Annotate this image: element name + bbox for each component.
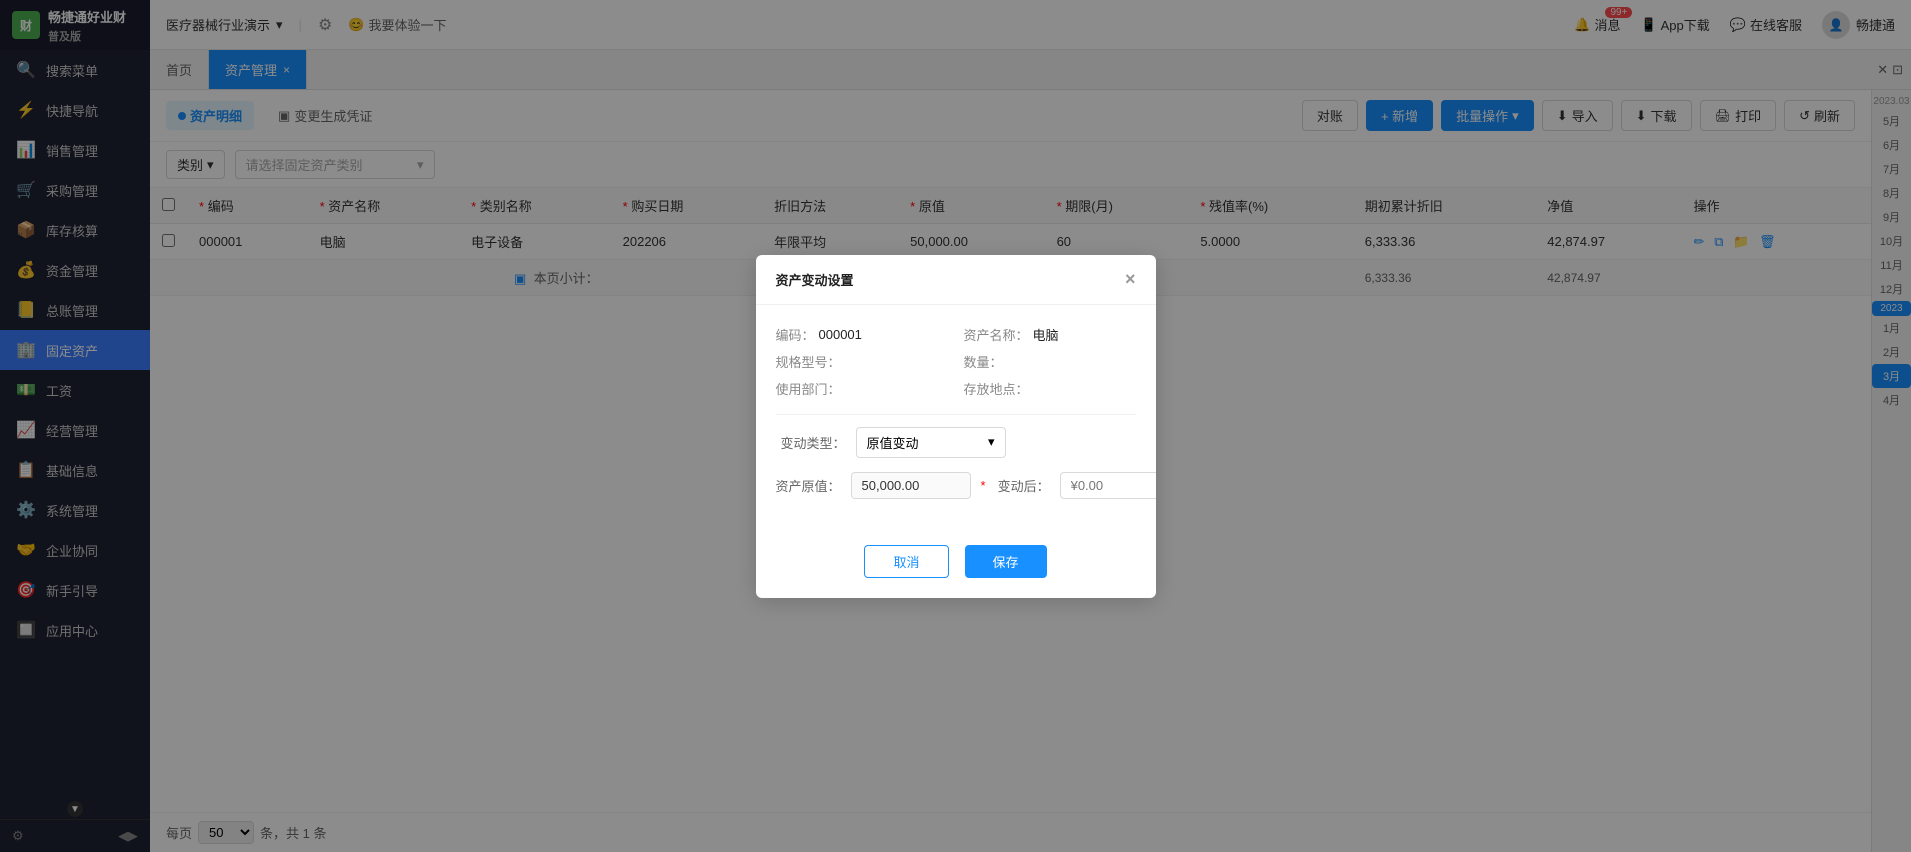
original-value-display: 50,000.00 — [851, 472, 971, 499]
change-type-label: 变动类型： — [776, 433, 846, 452]
cancel-button[interactable]: 取消 — [864, 545, 948, 578]
info-code-row: 编码： 000001 — [776, 325, 948, 344]
change-type-row: 变动类型： 原值变动 ▾ — [776, 427, 1136, 458]
modal-overlay[interactable]: 资产变动设置 × 编码： 000001 资产名称： 电脑 规格型号： 数量： — [0, 0, 1911, 852]
original-value-label: 资产原值： — [776, 476, 841, 495]
code-label: 编码： — [776, 325, 815, 344]
change-type-dropdown-icon: ▾ — [988, 434, 995, 450]
original-value-row: 资产原值： 50,000.00 * 变动后： — [776, 472, 1136, 499]
model-label: 规格型号： — [776, 352, 841, 371]
modal-footer: 取消 保存 — [756, 533, 1156, 598]
after-change-label: 变动后： — [998, 476, 1050, 495]
info-dept-row: 使用部门： — [776, 379, 948, 398]
change-type-value: 原值变动 — [867, 433, 919, 452]
asset-name-label: 资产名称： — [964, 325, 1029, 344]
info-location-row: 存放地点： — [964, 379, 1136, 398]
change-type-select[interactable]: 原值变动 ▾ — [856, 427, 1006, 458]
after-change-input[interactable] — [1060, 472, 1156, 499]
code-value: 000001 — [819, 327, 862, 342]
info-model-row: 规格型号： — [776, 352, 948, 371]
info-name-row: 资产名称： 电脑 — [964, 325, 1136, 344]
modal-title: 资产变动设置 — [776, 270, 854, 289]
save-button[interactable]: 保存 — [965, 545, 1047, 578]
modal-divider — [776, 414, 1136, 415]
asset-change-modal: 资产变动设置 × 编码： 000001 资产名称： 电脑 规格型号： 数量： — [756, 255, 1156, 598]
modal-close-icon[interactable]: × — [1125, 269, 1136, 290]
dept-label: 使用部门： — [776, 379, 841, 398]
location-label: 存放地点： — [964, 379, 1029, 398]
info-quantity-row: 数量： — [964, 352, 1136, 371]
required-star: * — [981, 478, 986, 493]
modal-body: 编码： 000001 资产名称： 电脑 规格型号： 数量： 使用部门： — [756, 305, 1156, 533]
asset-name-value: 电脑 — [1033, 325, 1059, 344]
quantity-label: 数量： — [964, 352, 1003, 371]
modal-header: 资产变动设置 × — [756, 255, 1156, 305]
modal-info-grid: 编码： 000001 资产名称： 电脑 规格型号： 数量： 使用部门： — [776, 325, 1136, 398]
